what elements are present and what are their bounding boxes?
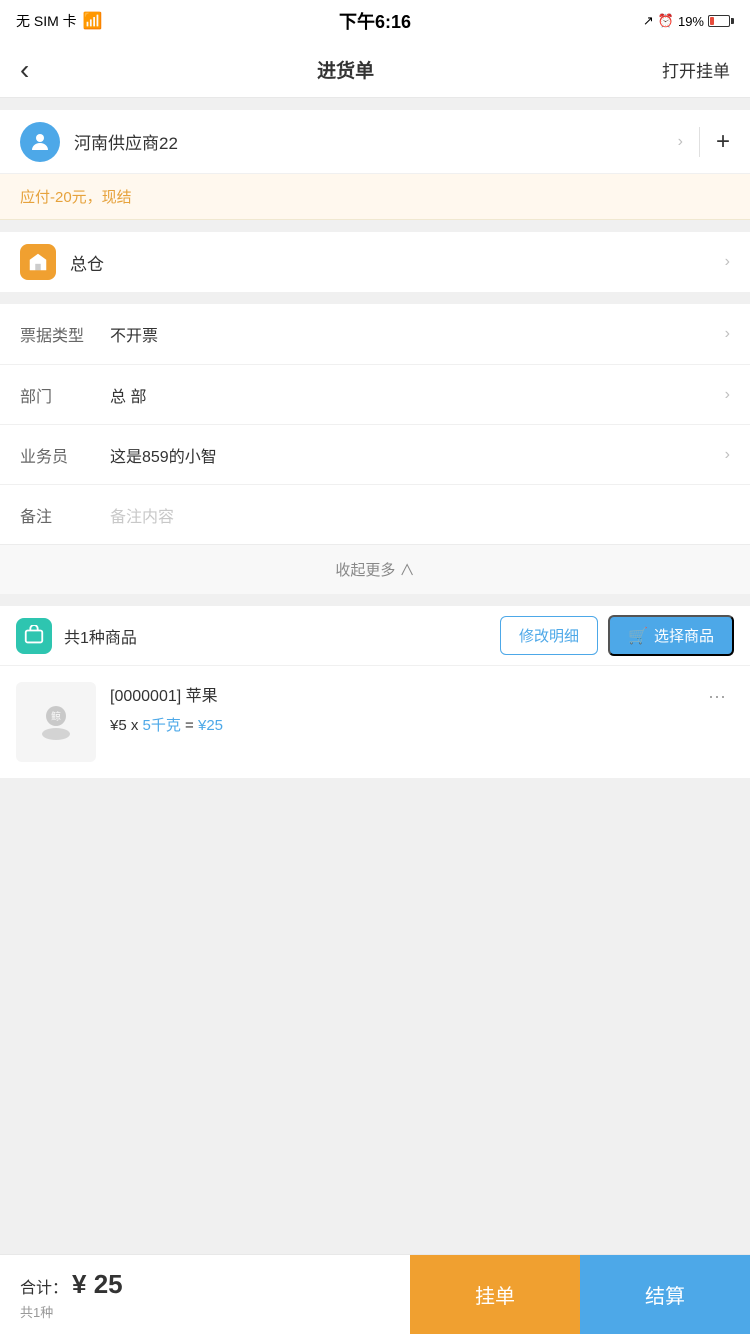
status-left: 无 SIM 卡 📶 xyxy=(16,11,103,31)
warehouse-name: 总仓 xyxy=(70,250,725,275)
hang-label: 挂单 xyxy=(475,1280,515,1309)
collapse-button[interactable]: 收起更多 ∧ xyxy=(0,544,750,594)
quantity-value: 5千克 xyxy=(143,717,181,734)
total-count: 共1种 xyxy=(20,1302,390,1321)
collapse-label: 收起更多 ∧ xyxy=(335,559,414,580)
salesman-row[interactable]: 业务员 这是859的小智 › xyxy=(0,424,750,484)
hang-button[interactable]: 挂单 xyxy=(410,1255,580,1334)
price-equals: = xyxy=(185,717,198,734)
product-title: 苹果 xyxy=(186,688,218,705)
section-gap-3 xyxy=(0,292,750,304)
select-product-label: 选择商品 xyxy=(654,625,714,646)
salesman-label: 业务员 xyxy=(20,443,110,467)
invoice-value: 不开票 xyxy=(110,322,725,346)
product-code: [0000001] xyxy=(110,688,181,705)
supplier-row[interactable]: 河南供应商22 › + xyxy=(0,110,750,174)
status-bar: 无 SIM 卡 📶 下午6:16 ↗ ⏰ 19% xyxy=(0,0,750,42)
product-price: ¥5 x 5千克 = ¥25 xyxy=(110,714,700,735)
checkout-button[interactable]: 结算 xyxy=(580,1255,750,1334)
products-section: 共1种商品 修改明细 🛒 选择商品 鲸 [0000001] 苹果 ¥5 x 5千… xyxy=(0,606,750,778)
invoice-label: 票据类型 xyxy=(20,322,110,346)
supplier-chevron-icon: › xyxy=(678,133,683,151)
product-info: [0000001] 苹果 ¥5 x 5千克 = ¥25 xyxy=(110,682,700,735)
bottom-bar: 合计： ¥ 25 共1种 挂单 结算 xyxy=(0,1254,750,1334)
back-button[interactable]: ‹ xyxy=(20,54,29,86)
warehouse-chevron-icon: › xyxy=(725,253,730,271)
add-supplier-button[interactable]: + xyxy=(716,128,730,156)
salesman-chevron-icon: › xyxy=(725,446,730,464)
supplier-avatar xyxy=(20,122,60,162)
battery-icon xyxy=(708,15,734,27)
carrier-text: 无 SIM 卡 xyxy=(16,11,77,31)
invoice-chevron-icon: › xyxy=(725,325,730,343)
products-count: 共1种商品 xyxy=(64,624,500,648)
warehouse-section: 总仓 › xyxy=(0,232,750,292)
total-amount: ¥ 25 xyxy=(72,1269,123,1300)
product-thumbnail: 鲸 xyxy=(16,682,96,762)
form-section: 票据类型 不开票 › 部门 总 部 › 业务员 这是859的小智 › 备注 备注… xyxy=(0,304,750,594)
page-title: 进货单 xyxy=(317,56,374,83)
checkout-label: 结算 xyxy=(645,1280,685,1309)
remark-row[interactable]: 备注 备注内容 xyxy=(0,484,750,544)
supplier-name: 河南供应商22 xyxy=(74,129,678,154)
open-hang-button[interactable]: 打开挂单 xyxy=(662,57,730,82)
status-time: 下午6:16 xyxy=(339,8,411,34)
supplier-section: 河南供应商22 › + 应付-20元，现结 xyxy=(0,110,750,220)
alert-banner: 应付-20元，现结 xyxy=(0,174,750,220)
products-icon xyxy=(16,618,52,654)
battery-text: 19% xyxy=(678,14,704,29)
product-more-button[interactable]: ··· xyxy=(700,682,734,711)
status-right: ↗ ⏰ 19% xyxy=(643,13,734,29)
remark-placeholder: 备注内容 xyxy=(110,503,730,527)
product-name: [0000001] 苹果 xyxy=(110,682,700,706)
warehouse-icon xyxy=(20,244,56,280)
products-header: 共1种商品 修改明细 🛒 选择商品 xyxy=(0,606,750,666)
total-value: ¥25 xyxy=(198,717,223,734)
price-separator: x xyxy=(131,717,143,734)
price-value: ¥5 xyxy=(110,717,127,734)
invoice-row[interactable]: 票据类型 不开票 › xyxy=(0,304,750,364)
nav-bar: ‹ 进货单 打开挂单 xyxy=(0,42,750,98)
alarm-icon: ⏰ xyxy=(658,13,674,29)
salesman-value: 这是859的小智 xyxy=(110,443,725,467)
department-label: 部门 xyxy=(20,383,110,407)
supplier-divider xyxy=(699,127,700,157)
total-section: 合计： ¥ 25 共1种 xyxy=(0,1269,410,1321)
total-label: 合计： xyxy=(20,1274,68,1298)
select-product-icon: 🛒 xyxy=(628,626,648,646)
warehouse-row[interactable]: 总仓 › xyxy=(0,232,750,292)
department-row[interactable]: 部门 总 部 › xyxy=(0,364,750,424)
wifi-icon: 📶 xyxy=(83,11,103,31)
department-value: 总 部 xyxy=(110,383,725,407)
section-gap-2 xyxy=(0,220,750,232)
remark-label: 备注 xyxy=(20,503,110,527)
edit-detail-button[interactable]: 修改明细 xyxy=(500,616,598,655)
svg-text:鲸: 鲸 xyxy=(51,710,61,723)
product-item: 鲸 [0000001] 苹果 ¥5 x 5千克 = ¥25 ··· xyxy=(0,666,750,778)
select-product-button[interactable]: 🛒 选择商品 xyxy=(608,615,734,656)
location-icon: ↗ xyxy=(643,13,654,29)
department-chevron-icon: › xyxy=(725,386,730,404)
section-gap-1 xyxy=(0,98,750,110)
